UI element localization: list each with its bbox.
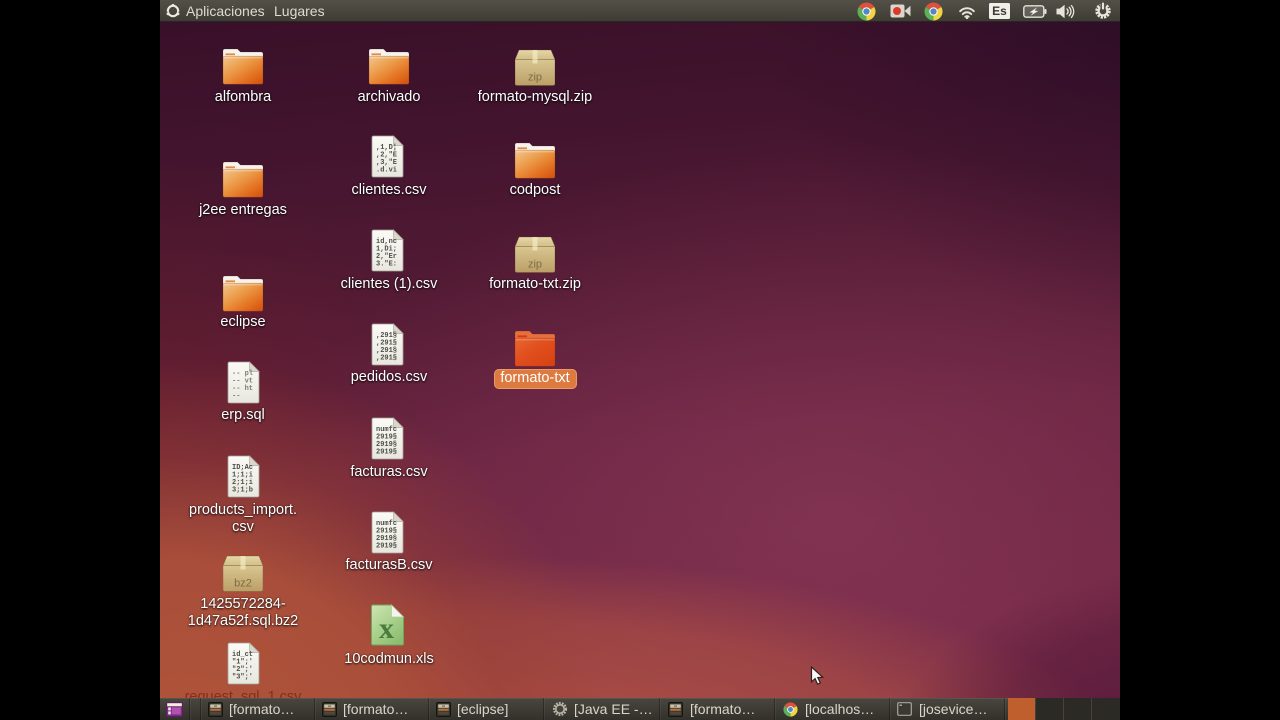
svg-text:2919§: 2919§ (376, 448, 397, 456)
svg-text:,291§: ,291§ (376, 355, 397, 363)
svg-text:3;1;b: 3;1;b (232, 487, 253, 495)
svg-text:2919§: 2919§ (376, 542, 397, 550)
svg-text:bz2: bz2 (234, 578, 252, 590)
svg-text:"3";': "3";' (232, 674, 253, 682)
svg-text:--: -- (232, 393, 240, 401)
svg-text:zip: zip (528, 259, 542, 271)
svg-text:x: x (379, 612, 394, 645)
svg-text:zip: zip (528, 72, 542, 84)
svg-text:3."E:: 3."E: (376, 261, 397, 269)
svg-text:.d.vi: .d.vi (376, 167, 397, 175)
